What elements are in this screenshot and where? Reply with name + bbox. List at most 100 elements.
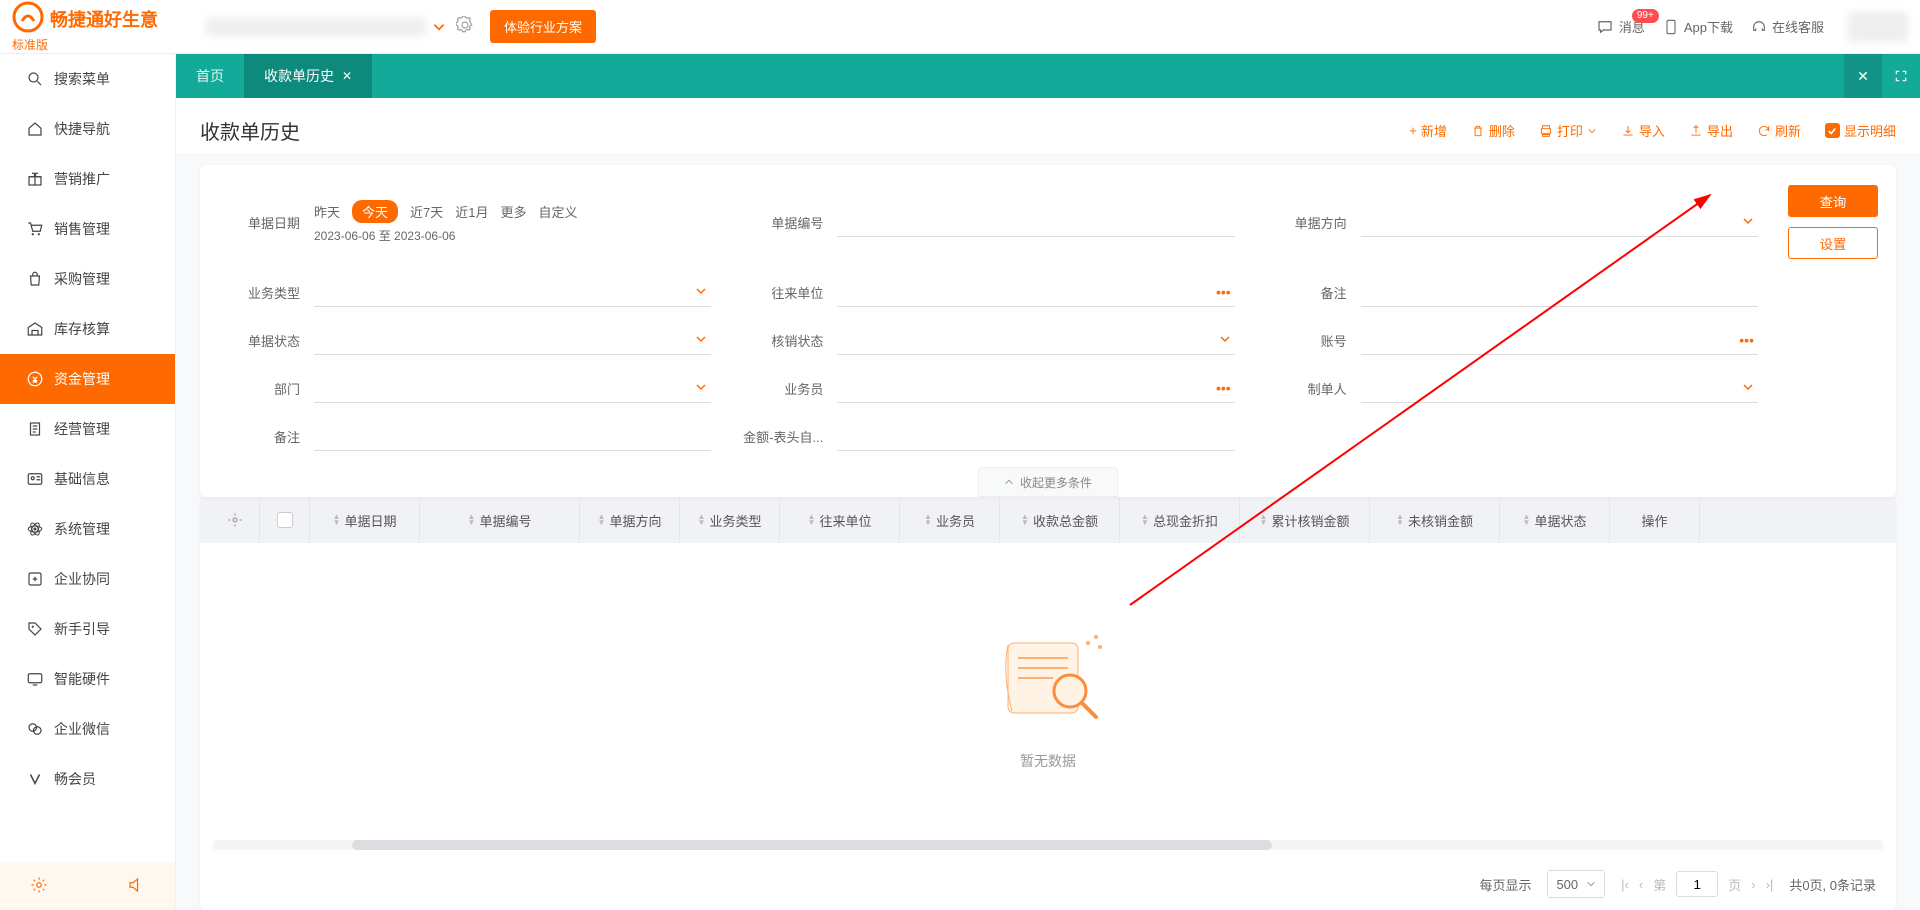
date-option[interactable]: 近7天 bbox=[410, 202, 443, 221]
sort-icon: ▲▼ bbox=[1021, 514, 1029, 526]
sort-icon: ▲▼ bbox=[808, 514, 816, 526]
column-header[interactable]: ▲▼往来单位 bbox=[780, 497, 900, 543]
sidebar-item-enterprise[interactable]: 企业协同 bbox=[0, 554, 175, 604]
import-icon bbox=[1621, 124, 1635, 138]
filter-remark2[interactable]: 备注 bbox=[218, 421, 711, 451]
column-header[interactable]: ▲▼单据状态 bbox=[1500, 497, 1610, 543]
sidebar-item-basic[interactable]: 基础信息 bbox=[0, 454, 175, 504]
filter-dept[interactable]: 部门 bbox=[218, 373, 711, 403]
user-avatar[interactable] bbox=[1848, 12, 1908, 42]
brand-icon bbox=[12, 1, 44, 38]
print-button[interactable]: 打印 bbox=[1539, 121, 1597, 140]
sidebar-item-label: 经营管理 bbox=[54, 419, 110, 439]
column-header[interactable]: ▲▼总现金折扣 bbox=[1120, 497, 1240, 543]
export-button[interactable]: 导出 bbox=[1689, 121, 1733, 140]
date-option[interactable]: 更多 bbox=[501, 202, 527, 221]
cart-icon bbox=[26, 220, 44, 238]
table-settings-icon[interactable] bbox=[210, 497, 260, 543]
fullscreen-icon[interactable] bbox=[1882, 54, 1920, 98]
filter-party[interactable]: 往来单位••• bbox=[741, 277, 1234, 307]
sort-icon: ▲▼ bbox=[1396, 514, 1404, 526]
page-input[interactable] bbox=[1676, 871, 1718, 897]
last-page-button[interactable]: ›| bbox=[1766, 877, 1774, 892]
prev-page-button[interactable]: ‹ bbox=[1639, 877, 1643, 892]
filter-settings-button[interactable]: 设置 bbox=[1788, 227, 1878, 259]
add-button[interactable]: +新增 bbox=[1409, 121, 1447, 140]
select-all-checkbox[interactable] bbox=[260, 497, 310, 543]
search-button[interactable]: 查询 bbox=[1788, 185, 1878, 217]
page-size-select[interactable]: 500 bbox=[1547, 870, 1605, 898]
delete-button[interactable]: 删除 bbox=[1471, 121, 1515, 140]
sidebar-item-quick-nav[interactable]: 快捷导航 bbox=[0, 104, 175, 154]
collapse-filters-button[interactable]: 收起更多条件 bbox=[978, 467, 1118, 497]
column-header[interactable]: ▲▼单据方向 bbox=[580, 497, 680, 543]
sidebar-item-label: 智能硬件 bbox=[54, 669, 110, 689]
filter-operator[interactable]: 业务员••• bbox=[741, 373, 1234, 403]
sidebar-item-inventory[interactable]: 库存核算 bbox=[0, 304, 175, 354]
column-header[interactable]: 操作 bbox=[1610, 497, 1700, 543]
filter-doc-no[interactable]: 单据编号 bbox=[741, 185, 1234, 259]
app-download-button[interactable]: App下载 bbox=[1663, 17, 1733, 36]
column-header[interactable]: ▲▼累计核销金额 bbox=[1240, 497, 1370, 543]
data-table: ▲▼单据日期▲▼单据编号▲▼单据方向▲▼业务类型▲▼往来单位▲▼业务员▲▼收款总… bbox=[200, 497, 1896, 910]
sidebar-item-system[interactable]: 系统管理 bbox=[0, 504, 175, 554]
horizontal-scrollbar[interactable] bbox=[212, 840, 1884, 850]
sidebar-item-funds[interactable]: 资金管理 bbox=[0, 354, 175, 404]
first-page-button[interactable]: |‹ bbox=[1621, 877, 1629, 892]
column-header[interactable]: ▲▼业务类型 bbox=[680, 497, 780, 543]
messages-button[interactable]: 消息 99+ bbox=[1596, 17, 1645, 36]
filter-remark[interactable]: 备注 bbox=[1265, 277, 1758, 307]
sidebar-item-sales[interactable]: 销售管理 bbox=[0, 204, 175, 254]
org-selector[interactable] bbox=[206, 18, 446, 36]
filter-amount[interactable]: 金额-表头自... bbox=[741, 421, 1234, 451]
sidebar-item-marketing[interactable]: 营销推广 bbox=[0, 154, 175, 204]
sidebar-settings-icon[interactable] bbox=[30, 876, 48, 897]
filter-direction[interactable]: 单据方向 bbox=[1265, 185, 1758, 259]
sidebar-item-operation[interactable]: 经营管理 bbox=[0, 404, 175, 454]
sidebar-item-purchase[interactable]: 采购管理 bbox=[0, 254, 175, 304]
filter-account[interactable]: 账号••• bbox=[1265, 325, 1758, 355]
sidebar-item-smart-hw[interactable]: 智能硬件 bbox=[0, 654, 175, 704]
column-header[interactable]: ▲▼单据编号 bbox=[420, 497, 580, 543]
show-detail-toggle[interactable]: 显示明细 bbox=[1825, 121, 1896, 140]
try-solution-button[interactable]: 体验行业方案 bbox=[490, 10, 596, 43]
sidebar-item-search-menu[interactable]: 搜索菜单 bbox=[0, 54, 175, 104]
customer-service-button[interactable]: 在线客服 bbox=[1751, 17, 1824, 36]
phone-icon bbox=[1663, 19, 1679, 35]
date-option[interactable]: 近1月 bbox=[455, 202, 488, 221]
tab-home[interactable]: 首页 bbox=[176, 54, 244, 98]
column-header[interactable]: ▲▼业务员 bbox=[900, 497, 1000, 543]
sidebar-item-vip[interactable]: 畅会员 bbox=[0, 754, 175, 804]
date-option[interactable]: 自定义 bbox=[539, 202, 578, 221]
filter-writeoff[interactable]: 核销状态 bbox=[741, 325, 1234, 355]
sort-icon: ▲▼ bbox=[333, 514, 341, 526]
import-button[interactable]: 导入 bbox=[1621, 121, 1665, 140]
close-all-tabs-icon[interactable]: ✕ bbox=[1844, 54, 1882, 98]
sort-icon: ▲▼ bbox=[1260, 514, 1268, 526]
clipboard-icon bbox=[26, 420, 44, 438]
tab-receipt-history[interactable]: 收款单历史 ✕ bbox=[244, 54, 372, 98]
tag-icon bbox=[26, 620, 44, 638]
sidebar-item-guide[interactable]: 新手引导 bbox=[0, 604, 175, 654]
sort-icon: ▲▼ bbox=[698, 514, 706, 526]
filter-biztype[interactable]: 业务类型 bbox=[218, 277, 711, 307]
sidebar-sound-icon[interactable] bbox=[127, 876, 145, 897]
filter-status[interactable]: 单据状态 bbox=[218, 325, 711, 355]
column-header[interactable]: ▲▼单据日期 bbox=[310, 497, 420, 543]
filter-date: 单据日期 昨天今天近7天近1月更多自定义 2023-06-06 至 2023-0… bbox=[218, 185, 711, 259]
column-header[interactable]: ▲▼未核销金额 bbox=[1370, 497, 1500, 543]
more-icon: ••• bbox=[1216, 284, 1231, 300]
column-header[interactable]: ▲▼收款总金额 bbox=[1000, 497, 1120, 543]
sidebar-item-wechat[interactable]: 企业微信 bbox=[0, 704, 175, 754]
brand-logo: 畅捷通好生意 bbox=[12, 1, 158, 38]
org-settings-icon[interactable] bbox=[456, 16, 474, 37]
close-tab-icon[interactable]: ✕ bbox=[342, 69, 352, 83]
next-page-button[interactable]: › bbox=[1751, 877, 1755, 892]
chevron-down-icon bbox=[432, 20, 446, 34]
date-option[interactable]: 今天 bbox=[352, 200, 398, 223]
sort-icon: ▲▼ bbox=[924, 514, 932, 526]
refresh-button[interactable]: 刷新 bbox=[1757, 121, 1801, 140]
filter-creator[interactable]: 制单人 bbox=[1265, 373, 1758, 403]
date-option[interactable]: 昨天 bbox=[314, 202, 340, 221]
filter-panel: 单据日期 昨天今天近7天近1月更多自定义 2023-06-06 至 2023-0… bbox=[200, 165, 1896, 497]
